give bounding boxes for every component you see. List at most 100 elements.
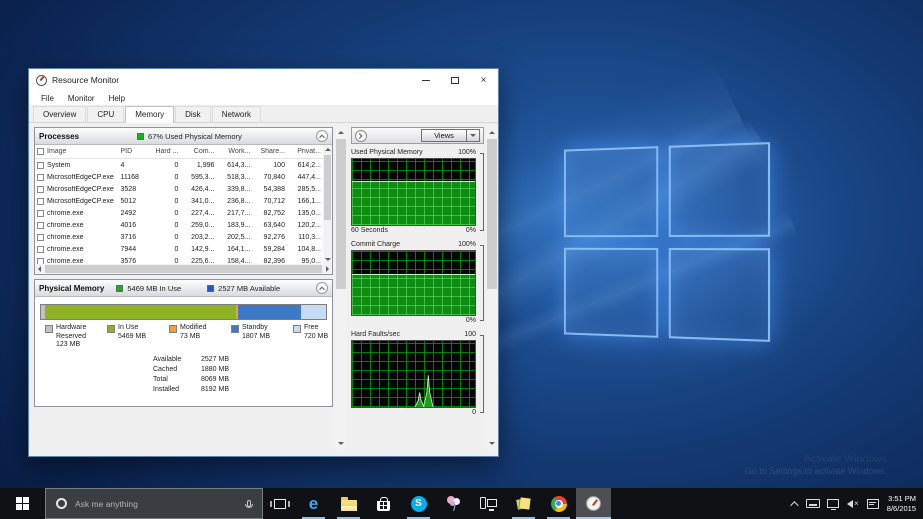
row-checkbox[interactable] xyxy=(37,222,44,229)
maximize-button[interactable] xyxy=(440,69,469,91)
taskbar-app-flower[interactable] xyxy=(436,488,471,519)
taskbar-app-resource-monitor[interactable] xyxy=(576,488,611,519)
row-checkbox[interactable] xyxy=(37,246,44,253)
tab-memory[interactable]: Memory xyxy=(125,106,174,123)
resource-monitor-icon xyxy=(586,496,601,511)
column-pid[interactable]: PID xyxy=(119,148,152,155)
volume-muted-icon: × xyxy=(847,499,859,508)
row-checkbox[interactable] xyxy=(37,186,44,193)
tab-cpu[interactable]: CPU xyxy=(87,106,124,122)
taskbar-app-skype[interactable]: S xyxy=(401,488,436,519)
column-shareable[interactable]: Share... xyxy=(252,148,287,155)
row-checkbox[interactable] xyxy=(37,210,44,217)
scrollbar-thumb[interactable] xyxy=(45,265,322,273)
column-private[interactable]: Privat... xyxy=(287,148,323,155)
window-title: Resource Monitor xyxy=(52,75,119,85)
network-button[interactable] xyxy=(823,488,843,519)
table-row[interactable]: chrome.exe 24920227,4...217,7...82,75213… xyxy=(35,207,323,219)
processes-header[interactable]: Processes 67% Used Physical Memory xyxy=(35,128,332,145)
menu-help[interactable]: Help xyxy=(102,94,132,103)
collapse-processes-button[interactable] xyxy=(316,130,328,142)
physical-memory-header[interactable]: Physical Memory 5469 MB In Use 2527 MB A… xyxy=(35,280,332,297)
taskbar-app-file-explorer[interactable] xyxy=(331,488,366,519)
column-image[interactable]: Image xyxy=(35,148,119,155)
legend-item: Modified73 MB xyxy=(169,324,224,350)
system-tray: × 3:51 PM 8/6/2015 xyxy=(783,488,923,519)
used-physical-memory-chart xyxy=(351,158,476,226)
hidden-icons-button[interactable] xyxy=(783,488,803,519)
scroll-left-button[interactable] xyxy=(35,265,44,274)
microphone-icon[interactable] xyxy=(245,500,253,508)
legend-item: Hardware Reserved123 MB xyxy=(45,324,100,350)
column-commit[interactable]: Com... xyxy=(180,148,216,155)
table-row[interactable]: chrome.exe 40160259,0...183,9...63,64012… xyxy=(35,219,323,231)
left-column-scrollbar[interactable] xyxy=(335,127,347,449)
scroll-up-button[interactable] xyxy=(335,127,347,138)
windows-hero-logo xyxy=(564,142,770,342)
column-working-set[interactable]: Work... xyxy=(216,148,252,155)
row-checkbox[interactable] xyxy=(37,234,44,241)
table-row[interactable]: chrome.exe 37160203,2...202,5...92,27611… xyxy=(35,231,323,243)
collapse-physical-memory-button[interactable] xyxy=(316,282,328,294)
taskbar-app-chrome[interactable] xyxy=(541,488,576,519)
network-icon xyxy=(827,499,839,508)
scroll-down-button[interactable] xyxy=(323,255,332,264)
table-row[interactable]: MicrosoftEdgeCP.exe 111680595,3...518,3.… xyxy=(35,171,323,183)
search-input[interactable]: Ask me anything xyxy=(45,488,263,519)
touch-keyboard-button[interactable] xyxy=(803,488,823,519)
tab-overview[interactable]: Overview xyxy=(33,106,86,122)
task-view-button[interactable] xyxy=(263,488,296,519)
views-arrow-button[interactable] xyxy=(467,129,480,142)
scroll-right-button[interactable] xyxy=(323,265,332,274)
views-dropdown[interactable]: Views xyxy=(421,129,480,142)
scroll-down-button[interactable] xyxy=(335,438,347,449)
close-button[interactable]: × xyxy=(469,69,498,91)
content-area: Processes 67% Used Physical Memory Image… xyxy=(29,123,498,456)
available-label: 2527 MB Available xyxy=(218,284,280,293)
scrollbar-thumb[interactable] xyxy=(336,139,346,289)
scroll-up-button[interactable] xyxy=(486,127,498,138)
charts-column-scrollbar[interactable] xyxy=(486,127,498,449)
taskbar: Ask me anything e S xyxy=(0,488,923,519)
collapse-charts-button[interactable] xyxy=(355,130,367,142)
menu-monitor[interactable]: Monitor xyxy=(61,94,102,103)
table-row[interactable]: MicrosoftEdgeCP.exe 50120341,0...236,8..… xyxy=(35,195,323,207)
minimize-button[interactable] xyxy=(411,69,440,91)
volume-button[interactable]: × xyxy=(843,488,863,519)
table-vertical-scrollbar[interactable] xyxy=(323,145,332,264)
titlebar[interactable]: Resource Monitor × xyxy=(29,69,498,91)
action-center-button[interactable] xyxy=(863,488,883,519)
views-button[interactable]: Views xyxy=(421,129,467,142)
taskbar-app-edge[interactable]: e xyxy=(296,488,331,519)
column-hard-faults[interactable]: Hard ... xyxy=(152,148,181,155)
row-checkbox[interactable] xyxy=(37,162,44,169)
table-row[interactable]: chrome.exe 35760225,6...158,4...82,39695… xyxy=(35,255,323,264)
table-horizontal-scrollbar[interactable] xyxy=(35,264,332,274)
scrollbar-thumb[interactable] xyxy=(324,155,331,220)
taskbar-app-notes[interactable] xyxy=(506,488,541,519)
scroll-up-button[interactable] xyxy=(323,145,332,154)
skype-icon: S xyxy=(411,496,427,512)
scroll-down-button[interactable] xyxy=(486,438,498,449)
tab-network[interactable]: Network xyxy=(212,106,261,122)
row-checkbox[interactable] xyxy=(37,198,44,205)
chart-max-label: 100% xyxy=(458,240,476,250)
tab-disk[interactable]: Disk xyxy=(175,106,211,122)
taskbar-app-store[interactable] xyxy=(366,488,401,519)
taskbar-app-phone-companion[interactable] xyxy=(471,488,506,519)
scale-bracket xyxy=(480,335,484,413)
store-icon xyxy=(377,501,390,511)
select-all-checkbox[interactable] xyxy=(37,148,44,155)
table-row[interactable]: chrome.exe 79440142,9...164,1...59,28410… xyxy=(35,243,323,255)
row-checkbox[interactable] xyxy=(37,174,44,181)
table-row[interactable]: System 401,996614,3...100614,2... xyxy=(35,159,323,171)
start-button[interactable] xyxy=(0,488,45,519)
commit-charge-chart xyxy=(351,250,476,316)
taskbar-clock[interactable]: 3:51 PM 8/6/2015 xyxy=(883,494,923,513)
menu-file[interactable]: File xyxy=(34,94,61,103)
scrollbar-thumb[interactable] xyxy=(487,139,497,289)
table-row[interactable]: MicrosoftEdgeCP.exe 35280426,4...339,8..… xyxy=(35,183,323,195)
desktop: Activate Windows Go to Settings to activ… xyxy=(0,0,923,519)
commit-charge-chart-block: Commit Charge100% 0% xyxy=(351,240,484,326)
resource-monitor-icon xyxy=(36,75,47,86)
